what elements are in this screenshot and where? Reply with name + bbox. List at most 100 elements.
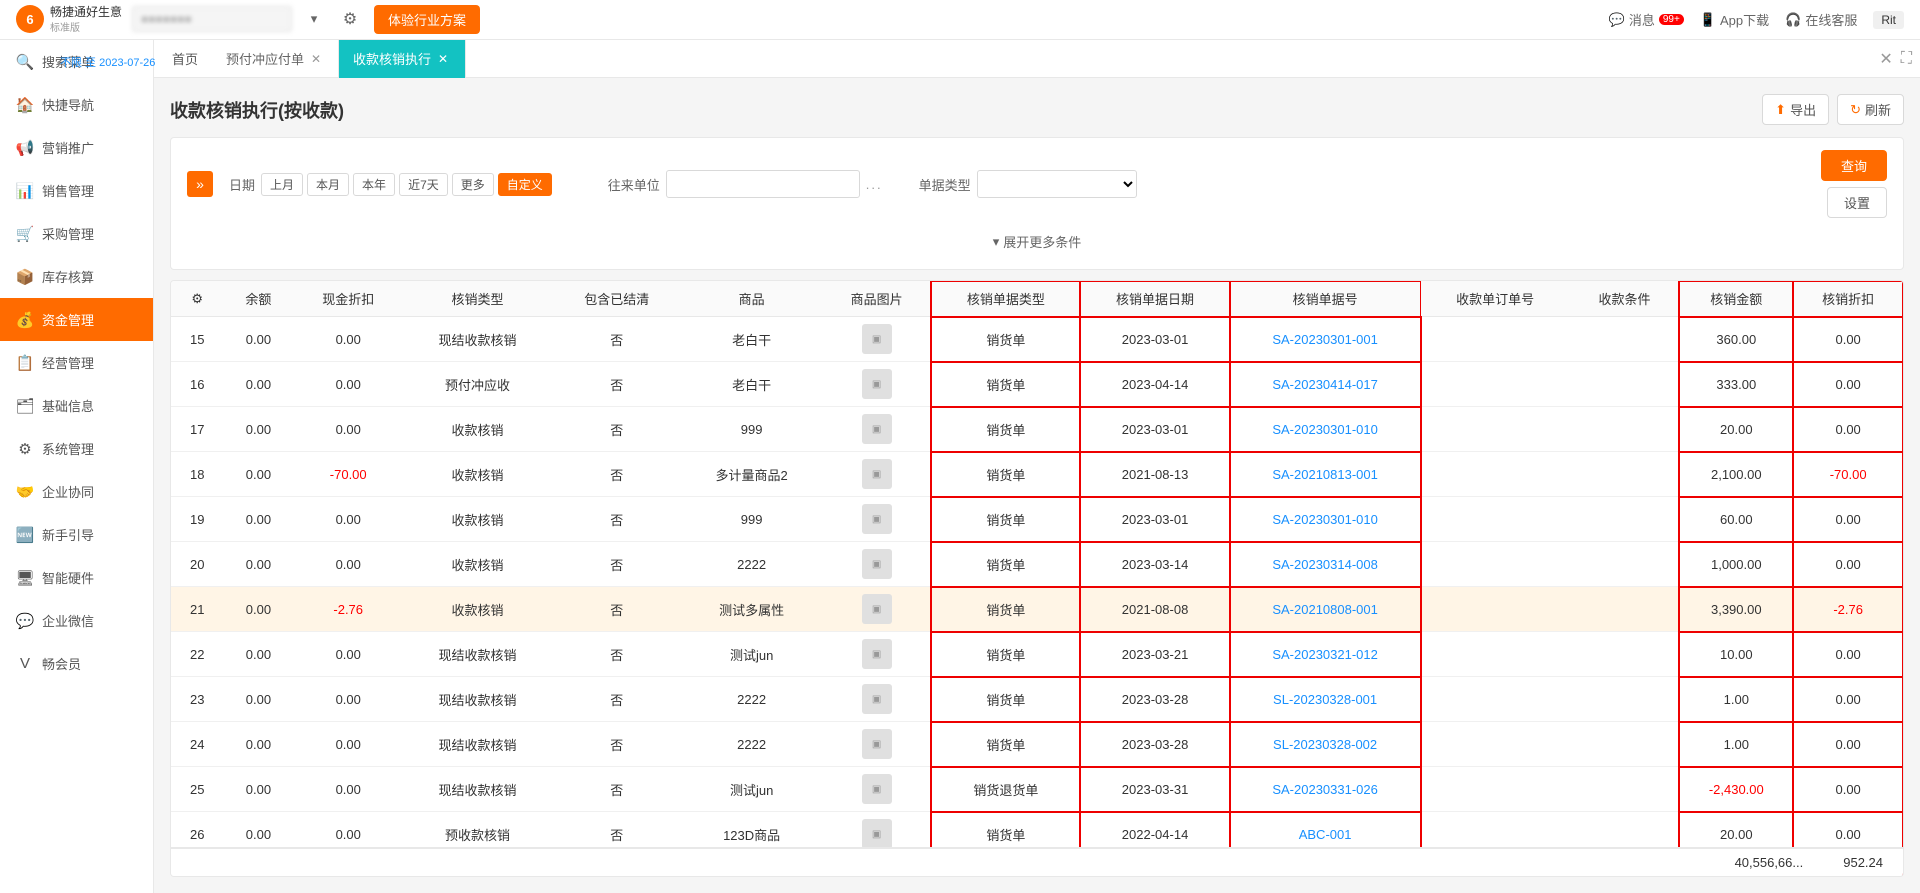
query-btn[interactable]: 查询 bbox=[1821, 150, 1887, 181]
sidebar-item-guide[interactable]: 🆕 新手引导 bbox=[0, 513, 153, 556]
sidebar-item-enterprise[interactable]: 🤝 企业协同 bbox=[0, 470, 153, 513]
tab-receivable-close[interactable]: ✕ bbox=[435, 51, 451, 67]
sidebar-item-member[interactable]: V 畅会员 bbox=[0, 642, 153, 685]
cell-cancel-bill-date: 2021-08-13 bbox=[1080, 452, 1229, 497]
setting-btn[interactable]: 设置 bbox=[1827, 187, 1887, 218]
tab-prepay[interactable]: 预付冲应付单 ✕ bbox=[212, 40, 339, 78]
date-btn-last-month[interactable]: 上月 bbox=[261, 173, 303, 196]
tab-prepay-label: 预付冲应付单 bbox=[226, 49, 304, 68]
bill-no-link[interactable]: SA-20230314-008 bbox=[1272, 557, 1378, 572]
bill-no-link[interactable]: SA-20230301-010 bbox=[1272, 512, 1378, 527]
sidebar-item-finance[interactable]: 💰 资金管理 bbox=[0, 298, 153, 341]
cell-goods: 老白干 bbox=[681, 317, 821, 362]
date-btn-this-year[interactable]: 本年 bbox=[353, 173, 395, 196]
cell-receipt-order-no bbox=[1421, 497, 1570, 542]
date-btn-7days[interactable]: 近7天 bbox=[399, 173, 448, 196]
cell-cancel-bill-no[interactable]: SA-20230301-010 bbox=[1230, 497, 1421, 542]
cell-cancel-bill-no[interactable]: SA-20230314-008 bbox=[1230, 542, 1421, 587]
cell-cancel-amount: 360.00 bbox=[1679, 317, 1793, 362]
cell-cancel-amount: 3,390.00 bbox=[1679, 587, 1793, 632]
sidebar-item-quick-nav[interactable]: 🏠 快捷导航 bbox=[0, 83, 153, 126]
sidebar-item-operations[interactable]: 📋 经营管理 bbox=[0, 341, 153, 384]
bill-no-link[interactable]: SA-20230301-010 bbox=[1272, 422, 1378, 437]
table-row: 24 0.00 0.00 现结收款核销 否 2222 ▣ 销货单 2023-03… bbox=[171, 722, 1903, 767]
maximize-icon[interactable]: ⛶ bbox=[1901, 50, 1912, 68]
settings-icon[interactable]: ⚙ bbox=[191, 291, 203, 306]
bill-no-link[interactable]: ABC-001 bbox=[1299, 827, 1352, 842]
bill-no-link[interactable]: SA-20230331-026 bbox=[1272, 782, 1378, 797]
cell-cancel-bill-no[interactable]: SA-20210813-001 bbox=[1230, 452, 1421, 497]
cell-cancel-bill-no[interactable]: SA-20230331-026 bbox=[1230, 767, 1421, 812]
sidebar-item-label: 系统管理 bbox=[42, 439, 94, 458]
bill-no-link[interactable]: SA-20230414-017 bbox=[1272, 377, 1378, 392]
cell-cancel-bill-no[interactable]: SL-20230328-002 bbox=[1230, 722, 1421, 767]
bill-no-link[interactable]: SA-20230301-001 bbox=[1272, 332, 1378, 347]
gear-icon[interactable]: ⚙ bbox=[336, 5, 364, 33]
bill-no-link[interactable]: SA-20210813-001 bbox=[1272, 467, 1378, 482]
online-service-item[interactable]: 🎧 在线客服 bbox=[1785, 10, 1857, 29]
bill-no-link[interactable]: SL-20230328-002 bbox=[1273, 737, 1377, 752]
cell-include-cleared: 否 bbox=[552, 722, 681, 767]
date-btn-this-month[interactable]: 本月 bbox=[307, 173, 349, 196]
col-settings[interactable]: ⚙ bbox=[171, 281, 223, 317]
purchase-icon: 🛒 bbox=[16, 225, 34, 243]
date-btn-custom[interactable]: 自定义 bbox=[498, 173, 552, 196]
close-window-icon[interactable]: ✕ bbox=[1879, 49, 1892, 69]
app-download-item[interactable]: 📱 App下载 bbox=[1700, 10, 1769, 29]
cell-receipt-order-no bbox=[1421, 677, 1570, 722]
cell-include-cleared: 否 bbox=[552, 362, 681, 407]
from-unit-dots[interactable]: ... bbox=[866, 177, 883, 192]
cell-receipt-order-no bbox=[1421, 407, 1570, 452]
cell-cancel-bill-no[interactable]: SL-20230328-001 bbox=[1230, 677, 1421, 722]
sidebar-item-smart-hw[interactable]: 🖥 智能硬件 bbox=[0, 556, 153, 599]
bill-no-link[interactable]: SL-20230328-001 bbox=[1273, 692, 1377, 707]
sidebar-item-wechat[interactable]: 💬 企业微信 bbox=[0, 599, 153, 642]
goods-image-thumb: ▣ bbox=[862, 504, 892, 534]
solution-btn[interactable]: 体验行业方案 bbox=[374, 5, 480, 34]
page-header: 收款核销执行(按收款) ⬆ 导出 ↻ 刷新 bbox=[170, 94, 1904, 125]
tab-home[interactable]: 首页 bbox=[158, 40, 212, 78]
table-row: 20 0.00 0.00 收款核销 否 2222 ▣ 销货单 2023-03-1… bbox=[171, 542, 1903, 587]
date-btn-more[interactable]: 更多 bbox=[452, 173, 494, 196]
sidebar-item-inventory[interactable]: 📦 库存核算 bbox=[0, 255, 153, 298]
top-bar: 6 畅捷通好生意 标准版 ▾ ⚙ 体验行业方案 💬 消息 99+ 📱 App下载… bbox=[0, 0, 1920, 40]
bill-no-link[interactable]: SA-20230321-012 bbox=[1272, 647, 1378, 662]
cell-receipt-condition bbox=[1570, 362, 1680, 407]
cell-cancel-bill-no[interactable]: SA-20230301-010 bbox=[1230, 407, 1421, 452]
sidebar-item-basic-info[interactable]: 🗂 基础信息 bbox=[0, 384, 153, 427]
export-btn[interactable]: ⬆ 导出 bbox=[1762, 94, 1829, 125]
receipt-type-select[interactable] bbox=[977, 170, 1137, 198]
cell-row-num: 18 bbox=[171, 452, 223, 497]
sidebar-item-marketing[interactable]: 📢 营销推广 bbox=[0, 126, 153, 169]
from-unit-input[interactable] bbox=[666, 170, 860, 198]
cell-cancel-bill-no[interactable]: SA-20210808-001 bbox=[1230, 587, 1421, 632]
expand-more-btn[interactable]: ▾ 展开更多条件 bbox=[187, 226, 1887, 257]
refresh-btn[interactable]: ↻ 刷新 bbox=[1837, 94, 1904, 125]
sidebar-item-sales[interactable]: 📊 销售管理 bbox=[0, 169, 153, 212]
search-input[interactable] bbox=[132, 6, 292, 32]
sidebar-item-label: 企业微信 bbox=[42, 611, 94, 630]
sidebar-item-purchase[interactable]: 🛒 采购管理 bbox=[0, 212, 153, 255]
table-row: 23 0.00 0.00 现结收款核销 否 2222 ▣ 销货单 2023-03… bbox=[171, 677, 1903, 722]
message-item[interactable]: 💬 消息 99+ bbox=[1609, 10, 1684, 29]
app-download-icon: 📱 bbox=[1700, 12, 1716, 28]
app-download-label: App下载 bbox=[1720, 10, 1769, 29]
wechat-icon: 💬 bbox=[16, 612, 34, 630]
date-btns: 上月 本月 本年 近7天 更多 自定义 bbox=[261, 173, 552, 196]
cell-cancel-bill-no[interactable]: SA-20230321-012 bbox=[1230, 632, 1421, 677]
cell-goods: 老白干 bbox=[681, 362, 821, 407]
cell-receipt-order-no bbox=[1421, 362, 1570, 407]
user-name[interactable]: Rit bbox=[1873, 11, 1904, 29]
cell-balance: 0.00 bbox=[223, 587, 293, 632]
export-label: 导出 bbox=[1790, 100, 1816, 119]
filter-toggle-btn[interactable]: » bbox=[187, 171, 213, 197]
page-actions: ⬆ 导出 ↻ 刷新 bbox=[1762, 94, 1904, 125]
cell-cancel-bill-no[interactable]: SA-20230301-001 bbox=[1230, 317, 1421, 362]
tab-receivable[interactable]: 收款核销执行 ✕ bbox=[339, 40, 466, 78]
cell-cancel-bill-no[interactable]: SA-20230414-017 bbox=[1230, 362, 1421, 407]
sidebar-item-system[interactable]: ⚙ 系统管理 bbox=[0, 427, 153, 470]
dropdown-icon[interactable]: ▾ bbox=[302, 7, 326, 31]
tab-prepay-close[interactable]: ✕ bbox=[308, 51, 324, 67]
expand-label: 展开更多条件 bbox=[1003, 232, 1081, 251]
bill-no-link[interactable]: SA-20210808-001 bbox=[1272, 602, 1378, 617]
